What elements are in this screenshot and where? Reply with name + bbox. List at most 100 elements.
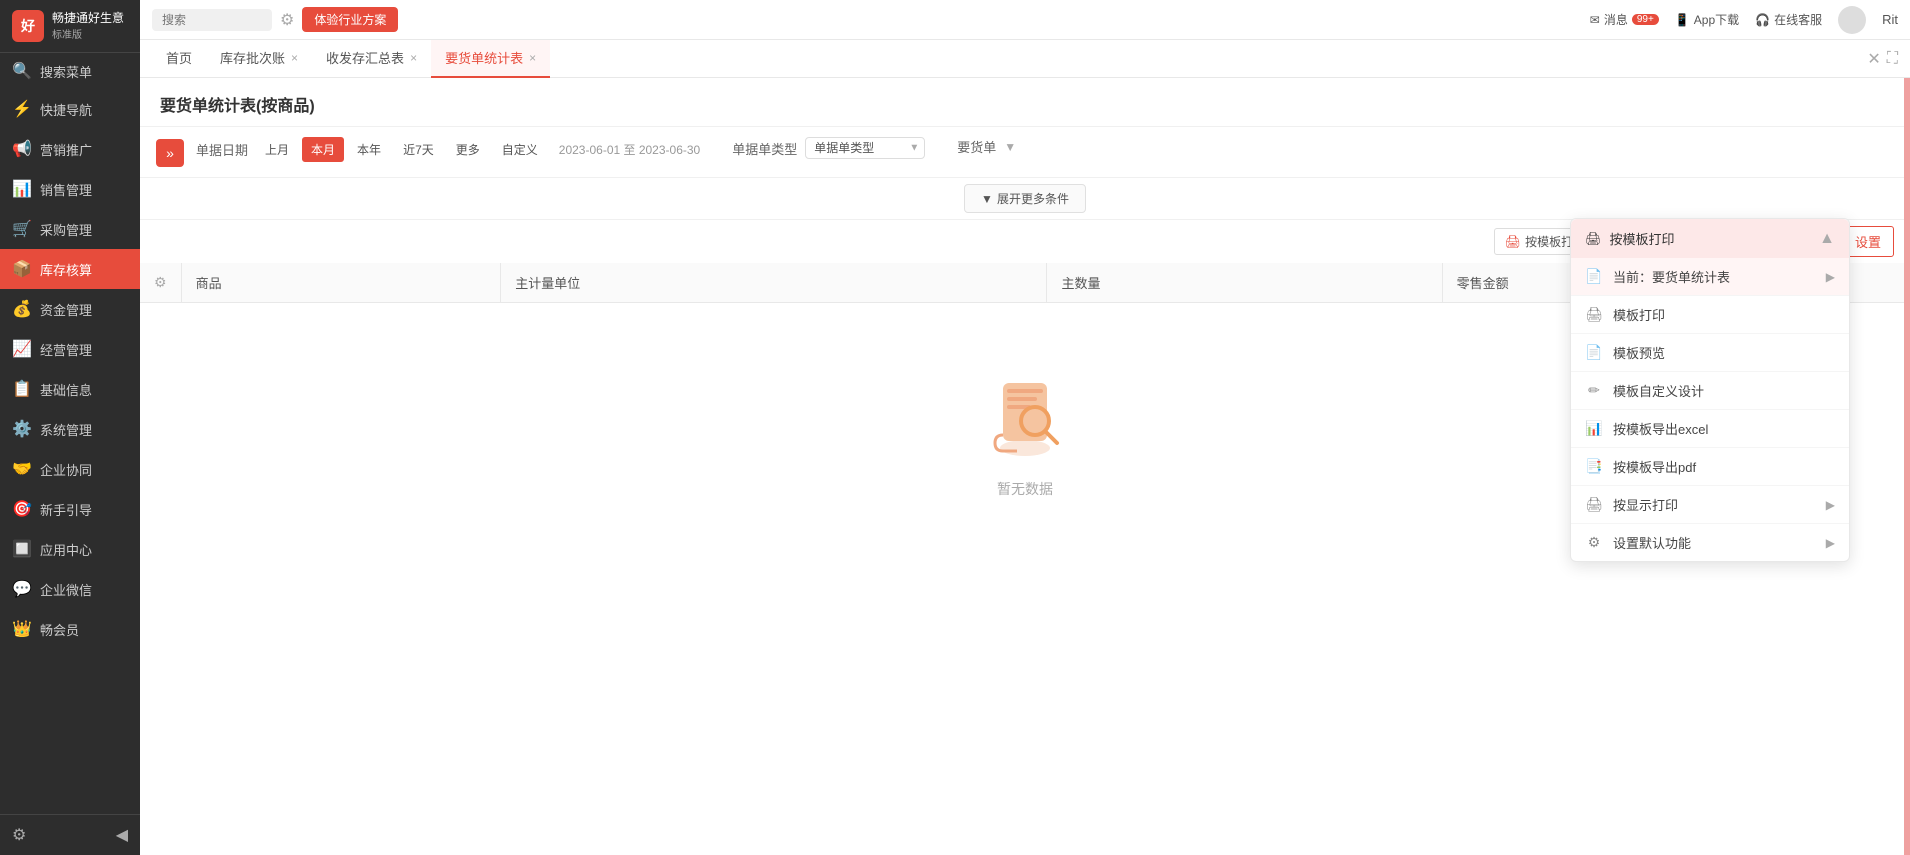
- sidebar-item-wechat[interactable]: 💬 企业微信: [0, 569, 140, 609]
- template-print-label: 模板打印: [1613, 305, 1665, 324]
- purchase-icon: 🛒: [12, 219, 32, 239]
- tab-receipt-summary-label: 收发存汇总表: [326, 48, 404, 67]
- resize-handle[interactable]: [1904, 78, 1910, 855]
- sidebar-item-marketing[interactable]: 📢 营销推广: [0, 129, 140, 169]
- service-icon: 🎧: [1755, 13, 1770, 27]
- expand-more-row: ▼ 展开更多条件: [140, 178, 1910, 220]
- sidebar-item-label: 营销推广: [40, 140, 92, 159]
- username-label: Rit: [1882, 12, 1898, 27]
- date-filter-group: 单据日期 上月 本月 本年 近7天 更多 自定义 2023-06-01 至 20…: [196, 137, 700, 162]
- filter-expand-btn[interactable]: »: [156, 139, 184, 167]
- sidebar-item-label: 采购管理: [40, 220, 92, 239]
- order-type-dropdown-icon: ▼: [1004, 140, 1016, 154]
- date-btn-last-month[interactable]: 上月: [256, 137, 298, 162]
- tab-home[interactable]: 首页: [152, 40, 206, 78]
- date-filter-label: 单据日期: [196, 140, 248, 159]
- dropdown-template-preview[interactable]: 📄 模板预览: [1571, 334, 1849, 372]
- table-settings-icon[interactable]: ⚙: [154, 274, 167, 290]
- dropdown-display-print[interactable]: 🖨 按显示打印 ▶: [1571, 486, 1849, 524]
- user-avatar[interactable]: [1838, 6, 1866, 34]
- sidebar-item-quick-nav[interactable]: ⚡ 快捷导航: [0, 89, 140, 129]
- top-bar-right: ✉ 消息 99+ 📱 App下载 🎧 在线客服 Rit: [1590, 6, 1898, 34]
- sidebar-search-label: 搜索菜单: [40, 62, 92, 81]
- template-pdf-label: 按模板导出pdf: [1613, 457, 1696, 476]
- tab-receipt-summary[interactable]: 收发存汇总表 ×: [312, 40, 431, 78]
- sidebar-item-purchase[interactable]: 🛒 采购管理: [0, 209, 140, 249]
- tab-bar-close-icon[interactable]: ✕: [1867, 49, 1880, 69]
- tab-order-stats-close[interactable]: ×: [529, 51, 536, 65]
- sidebar-item-operations[interactable]: 📈 经营管理: [0, 329, 140, 369]
- template-custom-label: 模板自定义设计: [1613, 381, 1704, 400]
- online-service-item[interactable]: 🎧 在线客服: [1755, 11, 1822, 28]
- sidebar-item-finance[interactable]: 💰 资金管理: [0, 289, 140, 329]
- logo-icon: 好: [12, 10, 44, 42]
- sidebar-item-guide[interactable]: 🎯 新手引导: [0, 489, 140, 529]
- date-btn-this-year[interactable]: 本年: [348, 137, 390, 162]
- sidebar-item-label: 快捷导航: [40, 100, 92, 119]
- order-type-label: 要货单: [957, 137, 996, 156]
- dropdown-current-template[interactable]: 📄 当前：要货单统计表 ▶: [1571, 258, 1849, 296]
- expand-more-btn[interactable]: ▼ 展开更多条件: [964, 184, 1086, 213]
- sidebar-item-sales[interactable]: 📊 销售管理: [0, 169, 140, 209]
- tab-home-label: 首页: [166, 48, 192, 67]
- page-title: 要货单统计表(按商品): [160, 98, 315, 115]
- sidebar-item-member[interactable]: 👑 畅会员: [0, 609, 140, 649]
- logo-text-block: 畅捷通好生意 标准版: [52, 11, 124, 42]
- type-filter-group: 单据单类型 单据单类型 ▼: [732, 137, 925, 159]
- sidebar-item-system[interactable]: ⚙️ 系统管理: [0, 409, 140, 449]
- tab-inventory-batch-close[interactable]: ×: [291, 51, 298, 65]
- tab-order-stats[interactable]: 要货单统计表 ×: [431, 40, 550, 78]
- print-dropdown-header-left: 🖨 按模板打印: [1585, 229, 1675, 248]
- print-header-icon: 🖨: [1585, 231, 1602, 247]
- sidebar-item-label: 基础信息: [40, 380, 92, 399]
- system-icon: ⚙️: [12, 419, 32, 439]
- type-select[interactable]: 单据单类型: [805, 137, 925, 159]
- tab-receipt-summary-close[interactable]: ×: [410, 51, 417, 65]
- message-item[interactable]: ✉ 消息 99+: [1590, 11, 1659, 28]
- empty-svg: [975, 363, 1075, 463]
- main-content: ⚙ 体验行业方案 ✉ 消息 99+ 📱 App下载 🎧 在线客服 Rit 首页: [140, 0, 1910, 855]
- template-print-icon: 🖨: [1585, 306, 1603, 323]
- type-select-wrapper: 单据单类型 ▼: [805, 137, 925, 159]
- quick-nav-icon: ⚡: [12, 99, 32, 119]
- empty-text: 暂无数据: [997, 479, 1053, 499]
- date-btn-7days[interactable]: 近7天: [394, 137, 443, 162]
- sidebar-item-collab[interactable]: 🤝 企业协同: [0, 449, 140, 489]
- col-unit-label: 主计量单位: [515, 276, 580, 291]
- message-badge: 99+: [1632, 14, 1659, 25]
- current-template-label: 当前：要货单统计表: [1613, 267, 1730, 286]
- dropdown-default-func[interactable]: ⚙ 设置默认功能 ▶: [1571, 524, 1849, 561]
- filter-bar: » 单据日期 上月 本月 本年 近7天 更多 自定义 2023-06-01 至 …: [140, 127, 1910, 178]
- date-btn-custom[interactable]: 自定义: [493, 137, 547, 162]
- sidebar-item-label: 企业微信: [40, 580, 92, 599]
- marketing-icon: 📢: [12, 139, 32, 159]
- sidebar-item-search[interactable]: 🔍 搜索菜单: [0, 53, 140, 89]
- dropdown-template-excel[interactable]: 📊 按模板导出excel: [1571, 410, 1849, 448]
- search-icon: 🔍: [12, 61, 32, 81]
- trial-btn[interactable]: 体验行业方案: [302, 7, 398, 32]
- sidebar-nav: ⚡ 快捷导航 📢 营销推广 📊 销售管理 🛒 采购管理 📦 库存核算 💰 资金管…: [0, 89, 140, 814]
- sidebar-item-inventory[interactable]: 📦 库存核算: [0, 249, 140, 289]
- dropdown-template-print[interactable]: 🖨 模板打印: [1571, 296, 1849, 334]
- tab-bar-expand-icon[interactable]: ⛶: [1887, 50, 1898, 68]
- template-pdf-icon: 📑: [1585, 458, 1603, 475]
- printer-icon: 🖨: [1505, 234, 1522, 250]
- topbar-gear-icon[interactable]: ⚙: [280, 10, 294, 30]
- print-dropdown-close-btn[interactable]: ▲: [1819, 230, 1835, 248]
- dropdown-template-pdf[interactable]: 📑 按模板导出pdf: [1571, 448, 1849, 486]
- display-print-arrow: ▶: [1826, 498, 1835, 512]
- date-btn-more[interactable]: 更多: [447, 137, 489, 162]
- online-service-label: 在线客服: [1774, 11, 1822, 28]
- sidebar-item-label: 库存核算: [40, 260, 92, 279]
- settings-bottom-icon[interactable]: ⚙: [12, 825, 26, 845]
- collapse-icon[interactable]: ◀: [116, 825, 128, 845]
- dropdown-template-custom[interactable]: ✏ 模板自定义设计: [1571, 372, 1849, 410]
- sidebar-item-apps[interactable]: 🔲 应用中心: [0, 529, 140, 569]
- page-content: 要货单统计表(按商品) » 单据日期 上月 本月 本年 近7天 更多 自定义 2…: [140, 78, 1910, 855]
- app-download-item[interactable]: 📱 App下载: [1675, 11, 1739, 28]
- sidebar-item-label: 经营管理: [40, 340, 92, 359]
- sidebar-item-basic[interactable]: 📋 基础信息: [0, 369, 140, 409]
- global-search-input[interactable]: [152, 9, 272, 31]
- date-btn-this-month[interactable]: 本月: [302, 137, 344, 162]
- tab-inventory-batch[interactable]: 库存批次账 ×: [206, 40, 312, 78]
